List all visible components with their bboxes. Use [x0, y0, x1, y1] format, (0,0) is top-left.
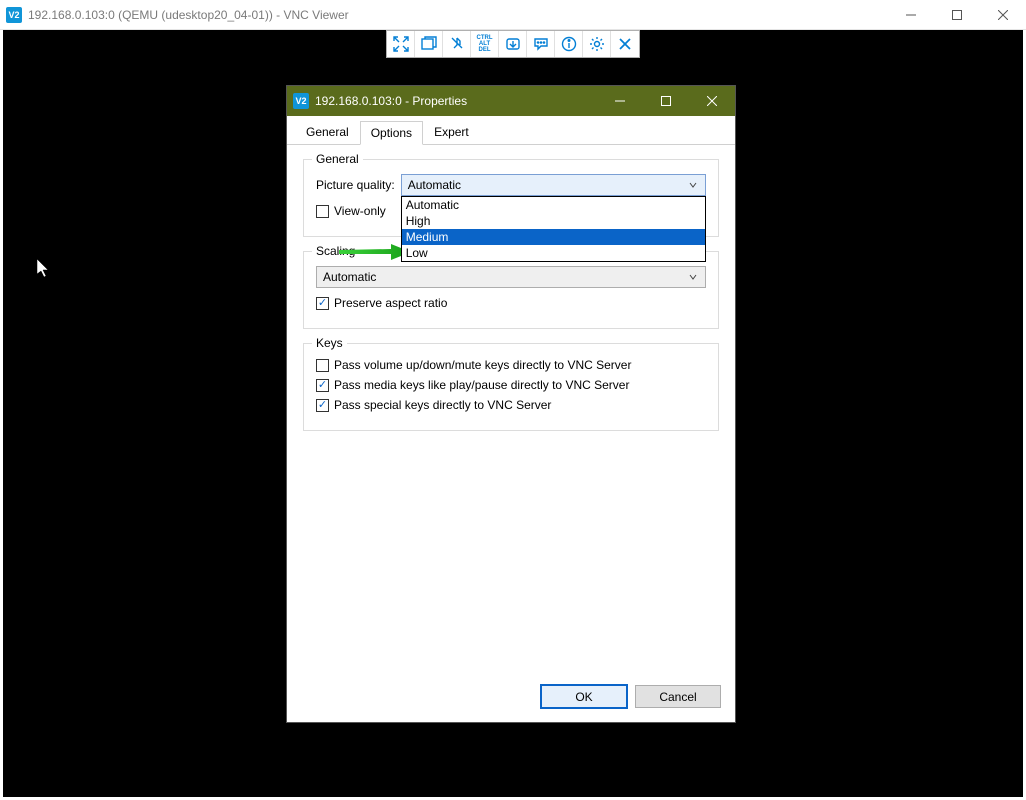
- pin-icon[interactable]: [443, 31, 471, 57]
- dialog-app-icon: V2: [293, 93, 309, 109]
- tab-general[interactable]: General: [295, 120, 360, 144]
- ctrl-alt-del-button[interactable]: CTRLALTDEL: [471, 31, 499, 57]
- vnc-toolbar: CTRLALTDEL: [386, 30, 640, 58]
- scaling-value: Automatic: [323, 270, 687, 284]
- outer-window-title: 192.168.0.103:0 (QEMU (udesktop20_04-01)…: [28, 8, 888, 22]
- tab-expert[interactable]: Expert: [423, 120, 480, 144]
- chat-icon[interactable]: [527, 31, 555, 57]
- pass-media-checkbox[interactable]: Pass media keys like play/pause directly…: [316, 378, 706, 392]
- dialog-tabs: General Options Expert: [287, 116, 735, 145]
- option-high[interactable]: High: [402, 213, 705, 229]
- group-scaling: Scaling Automatic Preserve aspect: [303, 251, 719, 329]
- properties-dialog: V2 192.168.0.103:0 - Properties Gen: [286, 85, 736, 723]
- picture-quality-label: Picture quality:: [316, 178, 395, 192]
- option-low[interactable]: Low: [402, 245, 705, 261]
- checkbox-checked-icon: [316, 297, 329, 310]
- dialog-titlebar[interactable]: V2 192.168.0.103:0 - Properties: [287, 86, 735, 116]
- picture-quality-value: Automatic: [408, 178, 687, 192]
- dialog-maximize-button[interactable]: [643, 86, 689, 116]
- minimize-button[interactable]: [888, 0, 934, 30]
- chevron-down-icon: [687, 178, 699, 192]
- option-medium[interactable]: Medium: [402, 229, 705, 245]
- picture-quality-select[interactable]: Automatic Automatic High Medium Low: [401, 174, 706, 196]
- group-general-legend: General: [312, 152, 363, 166]
- dialog-title: 192.168.0.103:0 - Properties: [315, 94, 597, 108]
- chevron-down-icon: [687, 270, 699, 284]
- group-keys-legend: Keys: [312, 336, 347, 350]
- viewer-area: CTRLALTDEL: [3, 30, 1023, 797]
- maximize-button[interactable]: [934, 0, 980, 30]
- dialog-body: General Options Expert General Picture q…: [287, 116, 735, 722]
- dialog-close-button[interactable]: [689, 86, 735, 116]
- ok-button[interactable]: OK: [541, 685, 627, 708]
- preserve-aspect-checkbox[interactable]: Preserve aspect ratio: [316, 296, 706, 310]
- transfer-icon[interactable]: [499, 31, 527, 57]
- checkbox-icon: [316, 359, 329, 372]
- checkbox-icon: [316, 205, 329, 218]
- fullscreen-icon[interactable]: [387, 31, 415, 57]
- window-mode-icon[interactable]: [415, 31, 443, 57]
- info-icon[interactable]: [555, 31, 583, 57]
- pass-volume-checkbox[interactable]: Pass volume up/down/mute keys directly t…: [316, 358, 706, 372]
- group-keys: Keys Pass volume up/down/mute keys direc…: [303, 343, 719, 431]
- tab-content-options: General Picture quality: Automatic Au: [287, 145, 735, 675]
- group-general: General Picture quality: Automatic Au: [303, 159, 719, 237]
- pass-volume-label: Pass volume up/down/mute keys directly t…: [334, 358, 631, 372]
- pass-media-label: Pass media keys like play/pause directly…: [334, 378, 629, 392]
- settings-icon[interactable]: [583, 31, 611, 57]
- picture-quality-dropdown: Automatic High Medium Low: [401, 196, 706, 262]
- checkbox-checked-icon: [316, 379, 329, 392]
- preserve-aspect-label: Preserve aspect ratio: [334, 296, 447, 310]
- mouse-cursor-icon: [37, 259, 51, 279]
- checkbox-checked-icon: [316, 399, 329, 412]
- dialog-minimize-button[interactable]: [597, 86, 643, 116]
- app-icon: V2: [6, 7, 22, 23]
- pass-special-checkbox[interactable]: Pass special keys directly to VNC Server: [316, 398, 706, 412]
- scaling-select[interactable]: Automatic: [316, 266, 706, 288]
- dialog-footer: OK Cancel: [287, 675, 735, 722]
- close-session-icon[interactable]: [611, 31, 639, 57]
- cancel-button[interactable]: Cancel: [635, 685, 721, 708]
- close-button[interactable]: [980, 0, 1026, 30]
- tab-options[interactable]: Options: [360, 121, 423, 145]
- pass-special-label: Pass special keys directly to VNC Server: [334, 398, 551, 412]
- outer-window-controls: [888, 0, 1026, 30]
- dialog-window-controls: [597, 86, 735, 116]
- vnc-viewer-window: V2 192.168.0.103:0 (QEMU (udesktop20_04-…: [0, 0, 1026, 800]
- view-only-label: View-only: [334, 204, 386, 218]
- outer-titlebar: V2 192.168.0.103:0 (QEMU (udesktop20_04-…: [0, 0, 1026, 30]
- option-automatic[interactable]: Automatic: [402, 197, 705, 213]
